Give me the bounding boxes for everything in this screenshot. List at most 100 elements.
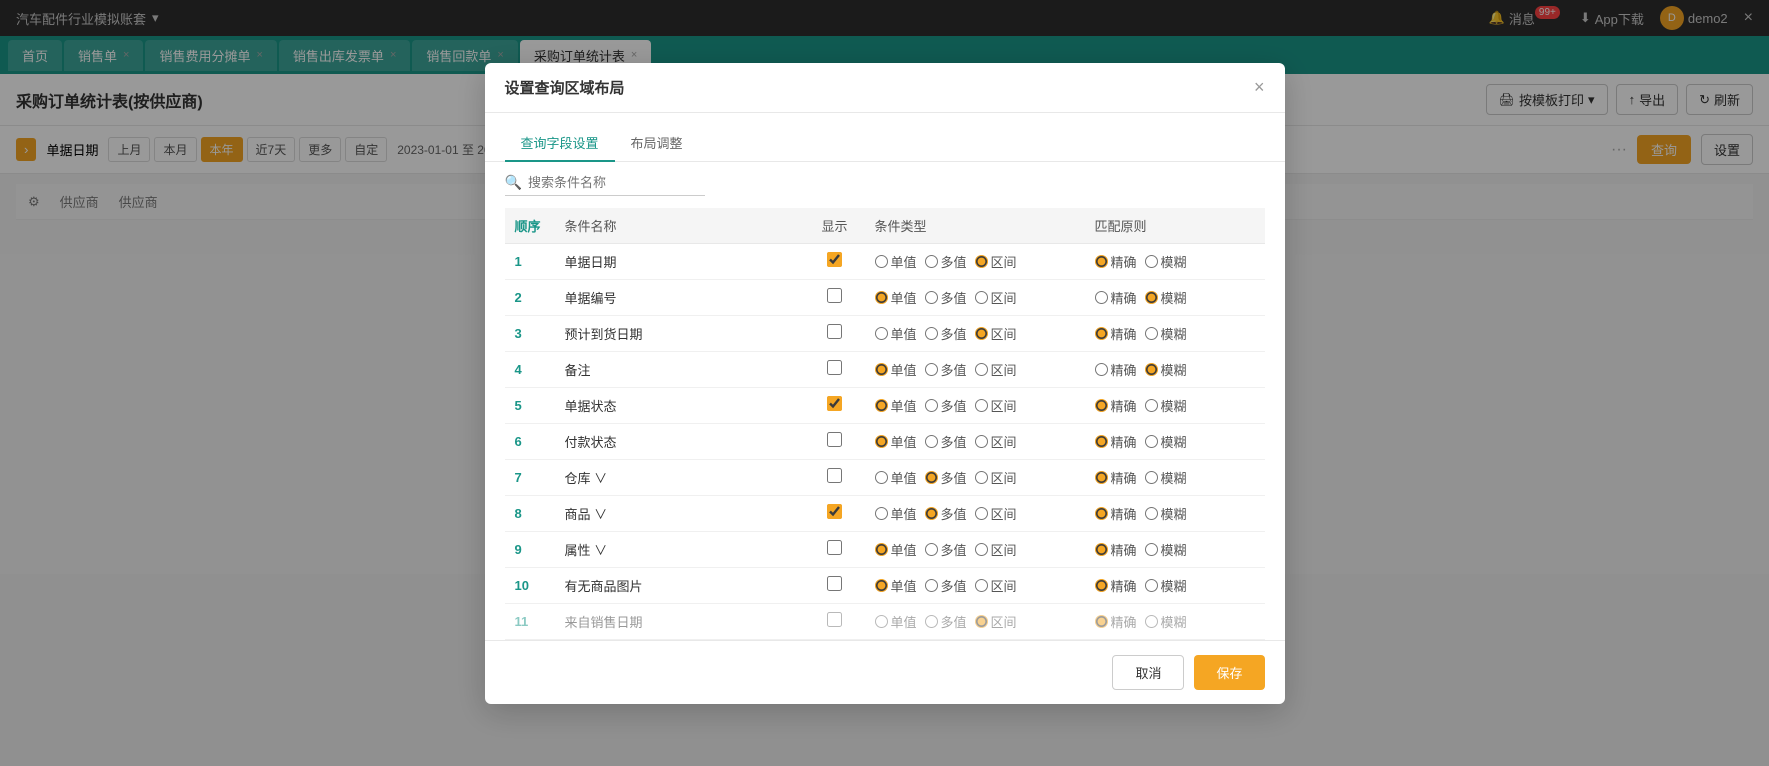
search-input[interactable] — [528, 175, 688, 190]
radio-type-item[interactable]: 单值 — [875, 540, 917, 559]
radio-rule-item[interactable]: 模糊 — [1145, 288, 1187, 307]
radio-type-item[interactable]: 区间 — [975, 252, 1017, 271]
radio-rule-item[interactable]: 模糊 — [1145, 504, 1187, 523]
radio-type-item[interactable]: 单值 — [875, 360, 917, 379]
radio-rule-item[interactable]: 精确 — [1095, 432, 1137, 451]
row-show-checkbox[interactable] — [827, 396, 842, 411]
row-show-checkbox[interactable] — [827, 504, 842, 519]
radio-rule-item[interactable]: 模糊 — [1145, 360, 1187, 379]
radio-type-item[interactable]: 单值 — [875, 396, 917, 415]
radio-type-label: 多值 — [941, 288, 967, 307]
radio-type-item[interactable]: 多值 — [925, 576, 967, 595]
radio-type-item[interactable]: 区间 — [975, 468, 1017, 487]
table-row: 6付款状态单值多值区间精确模糊 — [505, 423, 1265, 459]
radio-type-item[interactable]: 区间 — [975, 288, 1017, 307]
row-rule-cell: 精确模糊 — [1085, 531, 1265, 567]
radio-type-item[interactable]: 区间 — [975, 540, 1017, 559]
radio-type-label: 单值 — [891, 432, 917, 451]
row-show-cell — [805, 387, 865, 423]
row-show-checkbox[interactable] — [827, 252, 842, 267]
row-show-cell — [805, 279, 865, 315]
row-show-checkbox[interactable] — [827, 576, 842, 591]
row-show-checkbox[interactable] — [827, 324, 842, 339]
radio-type-item[interactable]: 单值 — [875, 288, 917, 307]
radio-rule-item[interactable]: 精确 — [1095, 252, 1137, 271]
radio-type-item[interactable]: 区间 — [975, 612, 1017, 631]
dialog-close-button[interactable]: × — [1254, 77, 1265, 98]
search-row: 🔍 — [485, 162, 1285, 208]
row-type-cell: 单值多值 区间 — [865, 387, 1085, 423]
radio-rule-item[interactable]: 模糊 — [1145, 432, 1187, 451]
radio-rule-item[interactable]: 精确 — [1095, 288, 1137, 307]
row-rule-cell: 精确模糊 — [1085, 279, 1265, 315]
cancel-button[interactable]: 取消 — [1112, 655, 1184, 690]
radio-rule-item[interactable]: 模糊 — [1145, 252, 1187, 271]
table-row: 5单据状态单值多值区间精确模糊 — [505, 387, 1265, 423]
radio-rule-item[interactable]: 精确 — [1095, 360, 1137, 379]
radio-type-item[interactable]: 区间 — [975, 324, 1017, 343]
col-header-type: 条件类型 — [865, 208, 1085, 244]
radio-rule-item[interactable]: 精确 — [1095, 504, 1137, 523]
radio-type-item[interactable]: 多值 — [925, 468, 967, 487]
radio-rule-item[interactable]: 精确 — [1095, 468, 1137, 487]
radio-type-item[interactable]: 单值 — [875, 432, 917, 451]
radio-type-item[interactable]: 单值 — [875, 468, 917, 487]
radio-type-item[interactable]: 单值 — [875, 612, 917, 631]
radio-rule-item[interactable]: 模糊 — [1145, 612, 1187, 631]
radio-rule-item[interactable]: 精确 — [1095, 396, 1137, 415]
radio-type-label: 区间 — [991, 252, 1017, 271]
dialog-tab-layout[interactable]: 布局调整 — [615, 125, 699, 162]
radio-rule-label: 模糊 — [1161, 396, 1187, 415]
radio-type-item[interactable]: 单值 — [875, 252, 917, 271]
radio-type-item[interactable]: 区间 — [975, 504, 1017, 523]
row-show-checkbox[interactable] — [827, 612, 842, 627]
radio-type-item[interactable]: 多值 — [925, 432, 967, 451]
radio-rule-label: 精确 — [1111, 252, 1137, 271]
row-condition-name: 预计到货日期 — [555, 315, 805, 351]
radio-type-item[interactable]: 单值 — [875, 576, 917, 595]
radio-type-item[interactable]: 单值 — [875, 504, 917, 523]
radio-type-item[interactable]: 多值 — [925, 540, 967, 559]
radio-rule-label: 模糊 — [1161, 324, 1187, 343]
radio-rule-item[interactable]: 精确 — [1095, 540, 1137, 559]
radio-type-item[interactable]: 多值 — [925, 396, 967, 415]
radio-rule-item[interactable]: 模糊 — [1145, 468, 1187, 487]
radio-rule-item[interactable]: 模糊 — [1145, 576, 1187, 595]
dialog-tab-fields[interactable]: 查询字段设置 — [505, 125, 615, 162]
radio-rule-label: 模糊 — [1161, 468, 1187, 487]
radio-rule-item[interactable]: 精确 — [1095, 576, 1137, 595]
row-rule-cell: 精确 模糊 — [1085, 387, 1265, 423]
save-button[interactable]: 保存 — [1194, 655, 1264, 690]
radio-type-item[interactable]: 区间 — [975, 360, 1017, 379]
radio-type-item[interactable]: 多值 — [925, 252, 967, 271]
radio-type-item[interactable]: 区间 — [975, 396, 1017, 415]
radio-type-item[interactable]: 多值 — [925, 360, 967, 379]
row-rule-cell: 精确模糊 — [1085, 243, 1265, 279]
row-show-checkbox[interactable] — [827, 468, 842, 483]
radio-rule-item[interactable]: 精确 — [1095, 324, 1137, 343]
row-show-checkbox[interactable] — [827, 540, 842, 555]
row-rule-cell: 精确模糊 — [1085, 423, 1265, 459]
radio-type-item[interactable]: 多值 — [925, 612, 967, 631]
radio-type-item[interactable]: 多值 — [925, 324, 967, 343]
radio-type-label: 单值 — [891, 540, 917, 559]
row-seq: 4 — [505, 351, 555, 387]
radio-type-item[interactable]: 多值 — [925, 504, 967, 523]
radio-rule-item[interactable]: 模糊 — [1145, 396, 1187, 415]
row-show-checkbox[interactable] — [827, 288, 842, 303]
row-show-checkbox[interactable] — [827, 360, 842, 375]
radio-type-item[interactable]: 区间 — [975, 432, 1017, 451]
radio-type-label: 区间 — [991, 396, 1017, 415]
table-body: 1单据日期单值多值区间精确模糊2单据编号单值多值区间精确模糊3预计到货日期单值多… — [505, 243, 1265, 639]
col-header-seq: 顺序 — [505, 208, 555, 244]
radio-rule-item[interactable]: 精确 — [1095, 612, 1137, 631]
row-show-checkbox[interactable] — [827, 432, 842, 447]
radio-type-item[interactable]: 多值 — [925, 288, 967, 307]
row-show-cell — [805, 315, 865, 351]
row-type-cell: 单值 多值区间 — [865, 279, 1085, 315]
radio-rule-item[interactable]: 模糊 — [1145, 540, 1187, 559]
radio-type-item[interactable]: 单值 — [875, 324, 917, 343]
radio-type-item[interactable]: 区间 — [975, 576, 1017, 595]
radio-rule-item[interactable]: 模糊 — [1145, 324, 1187, 343]
col-header-show: 显示 — [805, 208, 865, 244]
